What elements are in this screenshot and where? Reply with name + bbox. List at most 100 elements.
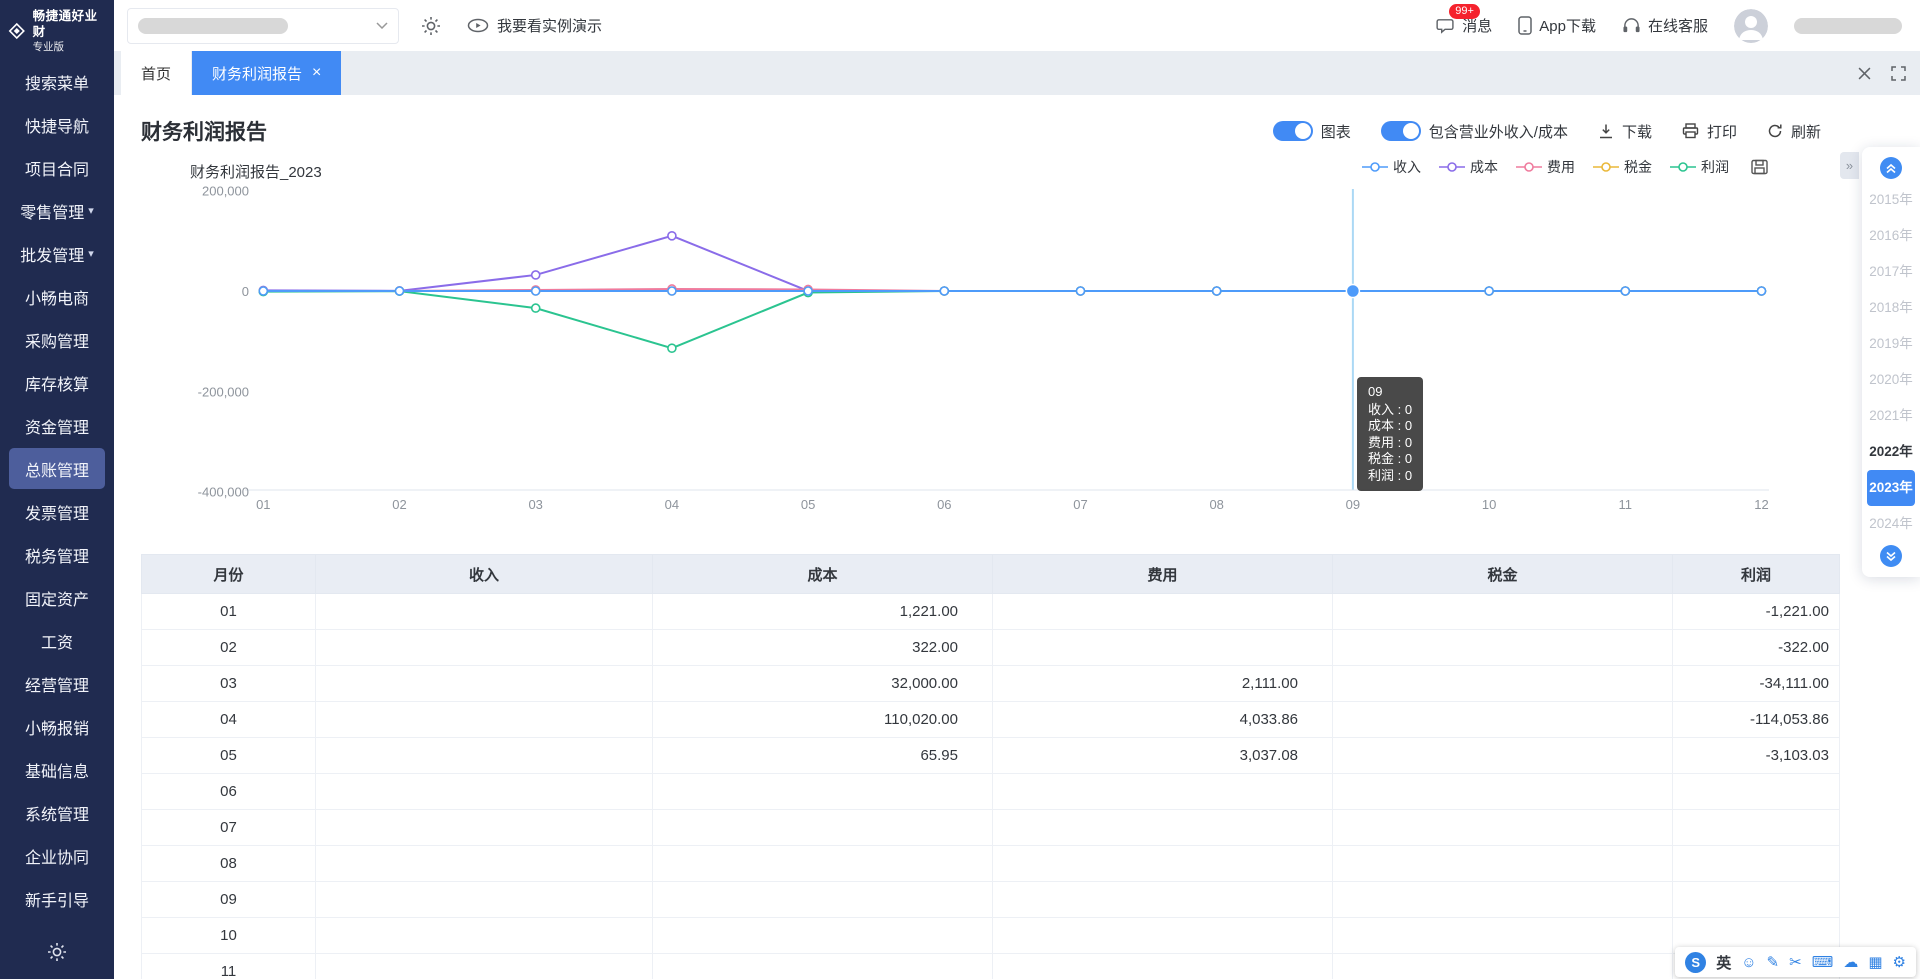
year-item[interactable]: 2015年	[1862, 182, 1920, 218]
sidebar-item-3[interactable]: 项目合同	[0, 146, 114, 189]
chart-toggle[interactable]: 图表	[1272, 121, 1351, 142]
close-tab-icon[interactable]: ×	[312, 65, 321, 81]
table-row[interactable]: 01 1,221.00 -1,221.00	[141, 593, 1840, 630]
ime-logo[interactable]: S	[1685, 951, 1707, 973]
ime-language-mode[interactable]: 英	[1716, 952, 1731, 973]
year-item[interactable]: 2018年	[1862, 290, 1920, 326]
table-row[interactable]: 10	[141, 917, 1840, 954]
legend-item[interactable]: 利润	[1670, 157, 1729, 177]
tab-home[interactable]: 首页	[121, 51, 192, 95]
support-button[interactable]: 在线客服	[1622, 15, 1708, 36]
include-toggle-switch[interactable]	[1380, 121, 1421, 141]
grid-icon[interactable]: ▦	[1868, 955, 1882, 970]
year-item-selected[interactable]: 2023年	[1867, 470, 1915, 506]
tab-financial-profit-report[interactable]: 财务利润报告 ×	[192, 51, 342, 95]
sidebar-item-8[interactable]: 库存核算	[0, 361, 114, 404]
line-chart[interactable]: 200,000 0 -200,000 -400,000 01 02 03 04 05 06 07 08…	[141, 153, 1821, 545]
cell-tax	[1332, 773, 1673, 810]
sidebar-item-14[interactable]: 工资	[0, 619, 114, 662]
sidebar-item-11[interactable]: 发票管理	[0, 490, 114, 533]
sidebar-item-label: 企业协同	[24, 849, 89, 867]
sidebar-item-7[interactable]: 采购管理	[0, 318, 114, 361]
sidebar-menu: 搜索菜单 快捷导航 项目合同 零售管理 ▾ 批发管理 ▾ 小畅电商 采购管理 库存核算 资金管理 总账…	[0, 60, 114, 920]
scissors-icon[interactable]: ✂	[1789, 955, 1802, 970]
year-item[interactable]: 2022年	[1862, 434, 1920, 470]
smiley-icon[interactable]: ☺	[1741, 955, 1756, 970]
chart-tooltip: 09 收入 : 0 成本 : 0 费用 : 0 税金 : 0 利润 : 0	[1357, 377, 1424, 491]
app-download-button[interactable]: App下载	[1518, 15, 1596, 36]
save-chart-icon[interactable]	[1751, 159, 1768, 175]
print-button[interactable]: 打印	[1682, 121, 1737, 142]
legend-item[interactable]: 税金	[1593, 157, 1652, 177]
company-select[interactable]	[127, 7, 399, 44]
app-logo: 畅捷通好业财 专业版	[0, 0, 114, 58]
collapse-year-panel-button[interactable]: »	[1840, 152, 1859, 179]
download-label: 下载	[1621, 123, 1652, 141]
cell-month: 11	[141, 953, 316, 979]
sidebar-item-1[interactable]: 搜索菜单	[0, 60, 114, 103]
gear-icon[interactable]: ⚙	[1893, 955, 1906, 970]
legend-marker-icon	[1670, 162, 1696, 172]
sidebar-item-10[interactable]: 总账管理	[9, 448, 105, 490]
table-row[interactable]: 08	[141, 845, 1840, 882]
tooltip-line: 利润 : 0	[1368, 467, 1413, 483]
cell-expense: 2,111.00	[992, 665, 1333, 702]
cell-cost	[652, 773, 993, 810]
sidebar-item-label: 工资	[40, 634, 73, 652]
sidebar-settings-button[interactable]	[0, 942, 114, 967]
avatar[interactable]	[1734, 8, 1768, 43]
year-item[interactable]: 2017年	[1862, 254, 1920, 290]
pen-icon[interactable]: ✎	[1767, 955, 1780, 970]
refresh-button[interactable]: 刷新	[1767, 121, 1821, 142]
table-row[interactable]: 09	[141, 881, 1840, 918]
cloud-icon[interactable]: ☁	[1843, 955, 1858, 970]
year-item[interactable]: 2016年	[1862, 218, 1920, 254]
cell-tax	[1332, 593, 1673, 630]
messages-button[interactable]: 消息 99+	[1436, 4, 1492, 36]
sidebar-item-17[interactable]: 基础信息	[0, 748, 114, 791]
table-row[interactable]: 11	[141, 953, 1840, 979]
sidebar-item-label: 经营管理	[24, 677, 89, 695]
sidebar-item-15[interactable]: 经营管理	[0, 662, 114, 705]
close-all-tabs-button[interactable]	[1858, 67, 1871, 80]
scroll-years-up-button[interactable]	[1880, 157, 1902, 179]
svg-text:10: 10	[1482, 497, 1496, 512]
chart-toggle-switch[interactable]	[1272, 121, 1313, 141]
sidebar-item-6[interactable]: 小畅电商	[0, 275, 114, 318]
legend-item[interactable]: 费用	[1516, 157, 1575, 177]
fullscreen-button[interactable]	[1891, 65, 1906, 81]
table-row[interactable]: 02 322.00 -322.00	[141, 629, 1840, 666]
sidebar-item-16[interactable]: 小畅报销	[0, 705, 114, 748]
demo-link[interactable]: 我要看实例演示	[467, 15, 602, 36]
table-row[interactable]: 07	[141, 809, 1840, 846]
year-item[interactable]: 2019年	[1862, 326, 1920, 362]
sidebar-item-5[interactable]: 批发管理 ▾	[0, 232, 114, 275]
sidebar-item-12[interactable]: 税务管理	[0, 533, 114, 576]
sidebar-item-20[interactable]: 新手引导	[0, 877, 114, 920]
double-chevron-down-icon	[1886, 551, 1896, 561]
include-nonoperating-toggle[interactable]: 包含营业外收入/成本	[1380, 121, 1568, 142]
year-item[interactable]: 2020年	[1862, 362, 1920, 398]
legend-item[interactable]: 成本	[1439, 157, 1498, 177]
sidebar-item-2[interactable]: 快捷导航	[0, 103, 114, 146]
svg-text:-400,000: -400,000	[198, 485, 249, 500]
column-header-profit: 利润	[1672, 554, 1840, 594]
table-row[interactable]: 03 32,000.00 2,111.00 -34,111.00	[141, 665, 1840, 702]
year-item[interactable]: 2024年	[1862, 506, 1920, 542]
legend-item[interactable]: 收入	[1362, 157, 1421, 177]
sidebar-item-9[interactable]: 资金管理	[0, 404, 114, 447]
table-row[interactable]: 05 65.95 3,037.08 -3,103.03	[141, 737, 1840, 774]
gear-icon	[48, 943, 66, 961]
settings-button[interactable]	[419, 14, 443, 38]
sidebar-item-18[interactable]: 系统管理	[0, 791, 114, 834]
table-row[interactable]: 06	[141, 773, 1840, 810]
scroll-years-down-button[interactable]	[1880, 545, 1902, 567]
sidebar-item-13[interactable]: 固定资产	[0, 576, 114, 619]
download-button[interactable]: 下载	[1598, 121, 1652, 142]
cell-month: 05	[141, 737, 316, 774]
year-item[interactable]: 2021年	[1862, 398, 1920, 434]
sidebar-item-19[interactable]: 企业协同	[0, 834, 114, 877]
table-row[interactable]: 04 110,020.00 4,033.86 -114,053.86	[141, 701, 1840, 738]
keyboard-icon[interactable]: ⌨	[1812, 955, 1834, 970]
sidebar-item-4[interactable]: 零售管理 ▾	[0, 189, 114, 232]
